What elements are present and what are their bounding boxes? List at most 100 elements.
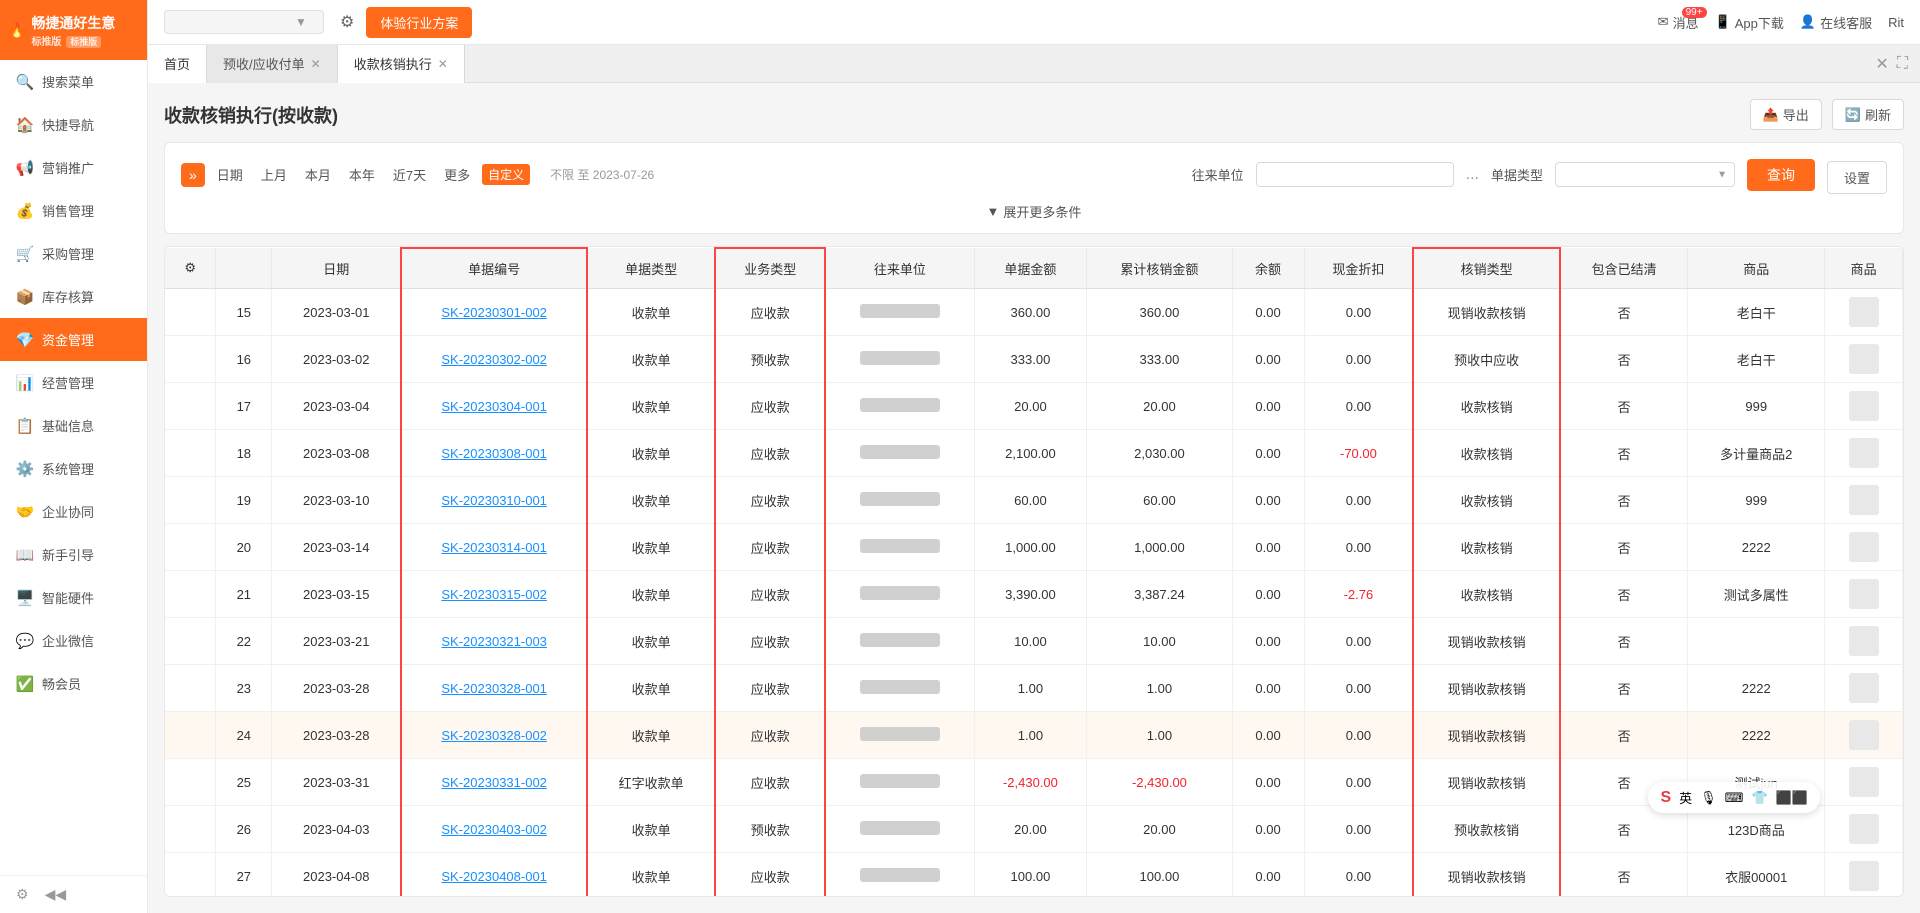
cell-bill-no[interactable]: SK-20230301-002 [401, 289, 587, 336]
table-row[interactable]: 17 2023-03-04 SK-20230304-001 收款单 应收款 20… [165, 383, 1903, 430]
refresh-button[interactable]: 🔄 刷新 [1832, 99, 1904, 130]
logo-icon: 🔥 [8, 22, 25, 39]
sidebar-item-marketing[interactable]: 📢 营销推广 [0, 146, 147, 189]
cell-biz-type: 应收款 [715, 665, 825, 712]
message-button[interactable]: ✉ 消息 99+ [1658, 13, 1699, 32]
table-row[interactable]: 23 2023-03-28 SK-20230328-001 收款单 应收款 1.… [165, 665, 1903, 712]
table-row[interactable]: 24 2023-03-28 SK-20230328-002 收款单 应收款 1.… [165, 712, 1903, 759]
cell-seq: 15 [216, 289, 272, 336]
export-button[interactable]: 📤 导出 [1750, 99, 1822, 130]
sidebar-item-inventory[interactable]: 📦 库存核算 [0, 275, 147, 318]
table-row[interactable]: 16 2023-03-02 SK-20230302-002 收款单 预收款 33… [165, 336, 1903, 383]
tab-advance-close[interactable]: ✕ [311, 57, 321, 71]
sidebar-item-system[interactable]: ⚙️ 系统管理 [0, 447, 147, 490]
cell-biz-type: 应收款 [715, 571, 825, 618]
cell-bill-amount: 1,000.00 [974, 524, 1087, 571]
sidebar-item-hardware[interactable]: 🖥️ 智能硬件 [0, 576, 147, 619]
cell-bill-no[interactable]: SK-20230314-001 [401, 524, 587, 571]
table-row[interactable]: 21 2023-03-15 SK-20230315-002 收款单 应收款 3,… [165, 571, 1903, 618]
cell-biz-type: 应收款 [715, 524, 825, 571]
table-row[interactable]: 27 2023-04-08 SK-20230408-001 收款单 应收款 10… [165, 853, 1903, 898]
app-download-button[interactable]: 📱 App下载 [1715, 13, 1784, 32]
table-row[interactable]: 25 2023-03-31 SK-20230331-002 红字收款单 应收款 … [165, 759, 1903, 806]
cell-bill-type: 收款单 [587, 383, 715, 430]
date-custom-btn[interactable]: 自定义 [482, 164, 530, 185]
date-btn-this-month[interactable]: 本月 [299, 163, 337, 186]
partner-input[interactable] [1256, 162, 1454, 187]
cell-product2 [1825, 806, 1903, 853]
cell-bill-no[interactable]: SK-20230331-002 [401, 759, 587, 806]
cell-bill-amount: 10.00 [974, 618, 1087, 665]
cell-bill-no[interactable]: SK-20230302-002 [401, 336, 587, 383]
sidebar-item-operations[interactable]: 📊 经营管理 [0, 361, 147, 404]
cell-gear [165, 477, 216, 524]
cell-bill-no[interactable]: SK-20230403-002 [401, 806, 587, 853]
solution-button[interactable]: 体验行业方案 [366, 7, 472, 38]
sidebar-item-quick[interactable]: 🏠 快捷导航 [0, 103, 147, 146]
bill-type-label: 单据类型 [1491, 165, 1543, 184]
topbar-dropdown-arrow[interactable]: ▼ [295, 15, 307, 29]
date-btn-more[interactable]: 更多 [438, 163, 476, 186]
cell-bill-no[interactable]: SK-20230310-001 [401, 477, 587, 524]
table-row[interactable]: 26 2023-04-03 SK-20230403-002 收款单 预收款 20… [165, 806, 1903, 853]
date-btn-last-month[interactable]: 上月 [255, 163, 293, 186]
cell-cash-discount: 0.00 [1304, 712, 1413, 759]
cell-balance: 0.00 [1232, 383, 1304, 430]
th-gear[interactable]: ⚙ [165, 248, 216, 289]
sidebar-item-wechat[interactable]: 💬 企业微信 [0, 619, 147, 662]
sidebar-item-guide[interactable]: 📖 新手引导 [0, 533, 147, 576]
tab-advance[interactable]: 预收/应收付单 ✕ [207, 45, 338, 83]
cell-bill-no[interactable]: SK-20230408-001 [401, 853, 587, 898]
query-button[interactable]: 查询 [1747, 159, 1815, 191]
collapse-btn[interactable]: ◀◀ [45, 886, 67, 903]
sidebar-item-search[interactable]: 🔍 搜索菜单 [0, 60, 147, 103]
settings-bottom-btn[interactable]: ⚙ [16, 886, 29, 903]
table-row[interactable]: 15 2023-03-01 SK-20230301-002 收款单 应收款 36… [165, 289, 1903, 336]
expand-conditions-button[interactable]: ▼ 展开更多条件 [987, 202, 1082, 221]
cell-bill-no[interactable]: SK-20230308-001 [401, 430, 587, 477]
tab-home[interactable]: 首页 [148, 45, 207, 83]
sidebar-item-finance[interactable]: 💎 资金管理 [0, 318, 147, 361]
table-row[interactable]: 18 2023-03-08 SK-20230308-001 收款单 应收款 2,… [165, 430, 1903, 477]
cell-bill-no[interactable]: SK-20230315-002 [401, 571, 587, 618]
cell-bill-no[interactable]: SK-20230304-001 [401, 383, 587, 430]
th-seq [216, 248, 272, 289]
tab-writeoff-close[interactable]: ✕ [438, 57, 448, 71]
maximize-window-icon[interactable]: ⛶ [1897, 55, 1908, 73]
close-window-icon[interactable]: ✕ [1875, 54, 1888, 74]
cell-cash-discount: -2.76 [1304, 571, 1413, 618]
bill-type-select[interactable] [1555, 162, 1735, 187]
cell-date: 2023-03-02 [272, 336, 402, 383]
topbar-gear-icon[interactable]: ⚙ [340, 12, 354, 32]
online-service-button[interactable]: 👤 在线客服 [1800, 13, 1872, 32]
filter-toggle-button[interactable]: » [181, 163, 205, 187]
cell-bill-amount: 1.00 [974, 712, 1087, 759]
cell-bill-no[interactable]: SK-20230321-003 [401, 618, 587, 665]
sidebar-item-purchase[interactable]: 🛒 采购管理 [0, 232, 147, 275]
cell-balance: 0.00 [1232, 712, 1304, 759]
th-biz-type: 业务类型 [715, 248, 825, 289]
system-icon: ⚙️ [16, 460, 34, 478]
table-row[interactable]: 20 2023-03-14 SK-20230314-001 收款单 应收款 1,… [165, 524, 1903, 571]
sidebar-item-member[interactable]: ✅ 畅会员 [0, 662, 147, 705]
cell-writeoff-type: 现销收款核销 [1413, 665, 1560, 712]
date-btn-this-year[interactable]: 本年 [343, 163, 381, 186]
date-btn-last7days[interactable]: 近7天 [387, 163, 432, 186]
cell-seq: 24 [216, 712, 272, 759]
partner-dots[interactable]: ... [1466, 166, 1479, 184]
topbar-search-input[interactable] [175, 15, 295, 29]
sidebar-item-basic[interactable]: 📋 基础信息 [0, 404, 147, 447]
cell-seq: 23 [216, 665, 272, 712]
cell-partner [825, 571, 974, 618]
settings-button[interactable]: 设置 [1827, 161, 1887, 194]
cell-bill-amount: 2,100.00 [974, 430, 1087, 477]
table-row[interactable]: 19 2023-03-10 SK-20230310-001 收款单 应收款 60… [165, 477, 1903, 524]
cell-bill-no[interactable]: SK-20230328-002 [401, 712, 587, 759]
cell-bill-no[interactable]: SK-20230328-001 [401, 665, 587, 712]
topbar-search-wrap[interactable]: ▼ [164, 10, 324, 34]
sidebar-item-sales[interactable]: 💰 销售管理 [0, 189, 147, 232]
user-avatar[interactable]: Rit [1888, 15, 1904, 30]
sidebar-item-enterprise[interactable]: 🤝 企业协同 [0, 490, 147, 533]
tab-writeoff[interactable]: 收款核销执行 ✕ [338, 45, 465, 83]
table-row[interactable]: 22 2023-03-21 SK-20230321-003 收款单 应收款 10… [165, 618, 1903, 665]
